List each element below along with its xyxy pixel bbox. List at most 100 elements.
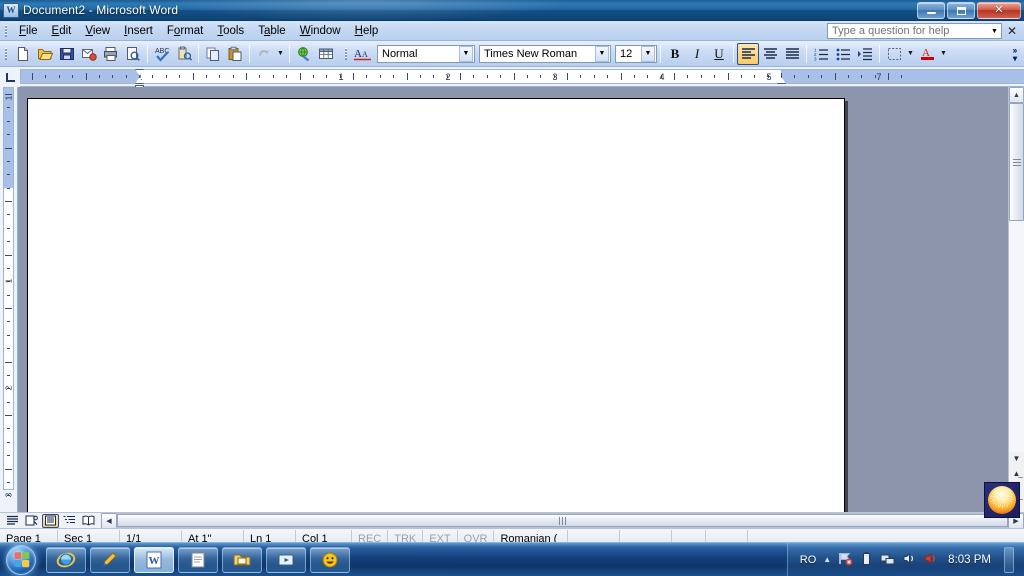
bold-button[interactable]: B — [664, 43, 686, 65]
taskbar-item-media-player[interactable] — [266, 546, 306, 573]
maximize-restore-button[interactable] — [947, 2, 975, 19]
taskbar-item-internet-explorer[interactable] — [46, 546, 86, 573]
left-margin-region — [21, 70, 139, 83]
network-connection-icon[interactable] — [880, 551, 895, 569]
vertical-scroll-trough[interactable] — [1009, 103, 1024, 452]
font-combo[interactable]: Times New Roman ▼ — [479, 44, 611, 63]
volume-icon[interactable] — [902, 551, 917, 569]
web-layout-view-button[interactable] — [23, 514, 40, 528]
vruler-tick — [5, 147, 12, 149]
close-document-icon[interactable]: ✕ — [1005, 23, 1019, 38]
document-canvas[interactable] — [18, 87, 1008, 512]
font-dropdown-icon[interactable]: ▼ — [595, 45, 609, 62]
taskbar-item-file-explorer[interactable] — [222, 546, 262, 573]
print-layout-view-button[interactable] — [42, 513, 59, 528]
ruler-number: 2 — [445, 72, 451, 82]
document-page[interactable] — [27, 98, 845, 512]
paste-icon[interactable] — [224, 43, 246, 65]
font-size-value: 12 — [620, 47, 633, 60]
outline-view-button[interactable] — [61, 514, 78, 528]
print-icon[interactable] — [100, 43, 122, 65]
taskbar-item-microsoft-word[interactable]: W — [134, 546, 174, 573]
style-dropdown-icon[interactable]: ▼ — [459, 45, 473, 62]
style-combo[interactable]: Normal ▼ — [377, 44, 475, 63]
undo-dropdown-icon[interactable]: ▼ — [275, 43, 286, 65]
ruler-tick — [647, 75, 649, 78]
save-icon[interactable] — [56, 43, 78, 65]
menu-bar-gripper[interactable] — [3, 23, 10, 39]
minimize-button[interactable] — [917, 2, 945, 19]
email-icon[interactable] — [78, 43, 100, 65]
menu-edit[interactable]: Edit — [45, 23, 79, 39]
open-icon[interactable] — [34, 43, 56, 65]
show-desktop-button[interactable] — [1004, 546, 1014, 573]
horizontal-scroll-thumb[interactable] — [117, 514, 1008, 527]
battery-icon[interactable] — [860, 551, 873, 569]
research-icon[interactable] — [173, 43, 195, 65]
align-right-button[interactable] — [781, 43, 803, 65]
menu-tools[interactable]: Tools — [210, 23, 251, 39]
ruler-track[interactable]: 1123457 — [20, 69, 1024, 91]
italic-button[interactable]: I — [686, 43, 708, 65]
horizontal-scroll-trough[interactable] — [117, 513, 1008, 528]
chevron-down-icon[interactable]: ▼ — [988, 24, 1001, 38]
borders-dropdown-icon[interactable]: ▼ — [905, 43, 916, 65]
insert-hyperlink-icon[interactable] — [293, 43, 315, 65]
vertical-ruler[interactable]: 1 1 2 3 — [0, 87, 18, 512]
menu-view[interactable]: View — [78, 23, 117, 39]
font-color-button[interactable]: A — [916, 43, 938, 65]
vruler-tick — [7, 267, 10, 269]
underline-button[interactable]: U — [708, 43, 730, 65]
bullets-button[interactable] — [832, 43, 854, 65]
show-hidden-icons-icon[interactable]: ▲ — [823, 555, 831, 564]
taskbar-item-notepad[interactable] — [178, 546, 218, 573]
insert-table-icon[interactable] — [315, 43, 337, 65]
help-search-input[interactable] — [828, 24, 988, 38]
network-error-icon[interactable] — [838, 551, 853, 569]
normal-view-button[interactable] — [4, 514, 21, 528]
formatting-toolbar-options[interactable]: » ▾ — [1008, 42, 1022, 66]
print-preview-icon[interactable] — [122, 43, 144, 65]
close-button[interactable]: ✕ — [977, 2, 1021, 19]
horizontal-ruler[interactable]: 1123457 — [0, 67, 1024, 91]
start-button[interactable] — [6, 544, 36, 575]
align-center-button[interactable] — [759, 43, 781, 65]
language-indicator[interactable]: RO — [800, 554, 817, 566]
undo-icon[interactable] — [253, 43, 275, 65]
speaker-icon[interactable] — [924, 551, 939, 569]
horizontal-scrollbar[interactable]: ◀ ▶ — [101, 513, 1024, 529]
menu-file[interactable]: File — [12, 23, 45, 39]
menu-help[interactable]: Help — [348, 23, 386, 39]
help-search-box[interactable]: ▼ — [827, 23, 1002, 39]
borders-button[interactable] — [883, 43, 905, 65]
browse-previous-icon[interactable]: ▲̲ — [1010, 467, 1024, 480]
taskbar-item-messenger[interactable] — [310, 546, 350, 573]
spelling-grammar-icon[interactable]: ABC — [151, 43, 173, 65]
styles-and-formatting-icon[interactable]: AA — [352, 43, 374, 65]
font-size-combo[interactable]: 12 ▼ — [615, 44, 657, 63]
menu-window[interactable]: Window — [293, 23, 348, 39]
vertical-scrollbar[interactable]: ▲ ▼ ▲̲ ◉ ▼̅ — [1008, 87, 1024, 512]
align-left-button[interactable] — [737, 42, 759, 65]
taskbar-item-graphics-editor[interactable] — [90, 546, 130, 573]
standard-toolbar-gripper[interactable] — [3, 46, 10, 62]
increase-indent-button[interactable] — [854, 43, 876, 65]
font-color-dropdown-icon[interactable]: ▼ — [938, 43, 949, 65]
copy-icon[interactable] — [202, 43, 224, 65]
menu-insert[interactable]: Insert — [117, 23, 160, 39]
numbering-button[interactable]: 123 — [810, 43, 832, 65]
font-size-dropdown-icon[interactable]: ▼ — [641, 45, 655, 62]
taskbar-clock[interactable]: 8:03 PM — [946, 554, 991, 566]
scroll-up-button[interactable]: ▲ — [1009, 87, 1024, 103]
new-blank-document-icon[interactable] — [12, 43, 34, 65]
scroll-left-button[interactable]: ◀ — [101, 513, 117, 529]
vertical-scroll-thumb[interactable] — [1009, 103, 1024, 221]
tab-stop-selector[interactable] — [0, 67, 20, 87]
formatting-toolbar-gripper[interactable] — [343, 46, 350, 62]
menu-format[interactable]: Format — [160, 23, 210, 39]
menu-table[interactable]: Table — [251, 23, 293, 39]
reading-layout-view-button[interactable] — [80, 514, 97, 528]
scroll-down-button[interactable]: ▼ — [1010, 452, 1024, 465]
office-assistant[interactable] — [984, 482, 1020, 518]
taskbar-items: W — [46, 546, 787, 573]
